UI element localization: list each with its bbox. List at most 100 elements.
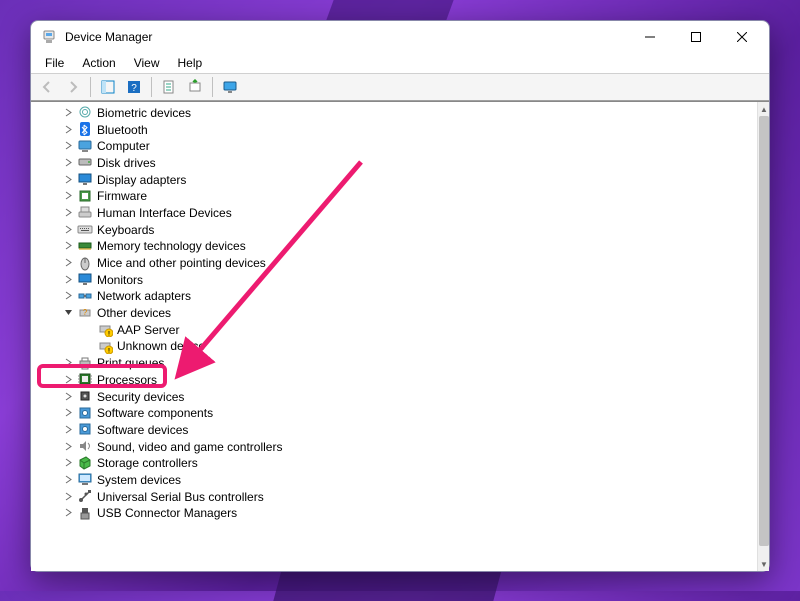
properties-button[interactable] [157,76,181,98]
tree-node[interactable]: Software devices [31,421,757,438]
tree-node[interactable]: Security devices [31,388,757,405]
processor-icon [77,371,93,387]
menu-action[interactable]: Action [74,55,123,71]
tree-node-label: Disk drives [97,155,156,170]
tree-node[interactable]: !Unknown device [31,338,757,355]
tree-node[interactable]: Network adapters [31,288,757,305]
expand-icon[interactable] [61,155,75,169]
software-icon [77,421,93,437]
expand-icon[interactable] [61,205,75,219]
expand-icon[interactable] [61,456,75,470]
tree-node[interactable]: Human Interface Devices [31,204,757,221]
svg-text:!: ! [108,348,110,354]
close-button[interactable] [719,22,765,52]
tree-node-label: AAP Server [117,322,179,337]
tree-node-label: Monitors [97,272,143,287]
disk-icon [77,154,93,170]
maximize-button[interactable] [673,22,719,52]
help-button[interactable]: ? [122,76,146,98]
expand-icon[interactable] [61,289,75,303]
tree-node[interactable]: Firmware [31,187,757,204]
tree-panel-icon [100,79,116,95]
tree-node[interactable]: ! AAP Server [31,321,757,338]
expand-icon[interactable] [61,506,75,520]
tree-node[interactable]: Software components [31,404,757,421]
device-manager-window: Device Manager FileActionViewHelp ? Biom… [30,20,770,572]
arrow-left-icon [39,79,55,95]
computer-icon [77,138,93,154]
warn-device-icon: ! [97,321,113,337]
expand-icon[interactable] [61,139,75,153]
expand-icon[interactable] [61,239,75,253]
expand-icon[interactable] [61,122,75,136]
tree-node[interactable]: Monitors [31,271,757,288]
expand-icon[interactable] [61,356,75,370]
no-expander [81,322,95,336]
back-button [35,76,59,98]
tree-node[interactable]: Disk drives [31,154,757,171]
tree-node-label: Memory technology devices [97,238,246,253]
display-icon [77,171,93,187]
expand-icon[interactable] [61,372,75,386]
expand-icon[interactable] [61,256,75,270]
expand-icon[interactable] [61,406,75,420]
tree-node-label: System devices [97,472,181,487]
tree-node[interactable]: Print queues [31,354,757,371]
minimize-button[interactable] [627,22,673,52]
show-hide-tree-button[interactable] [96,76,120,98]
biometric-icon [77,104,93,120]
bluetooth-icon [77,121,93,137]
tree-node[interactable]: System devices [31,471,757,488]
tree-node[interactable]: Storage controllers [31,454,757,471]
tree-node[interactable]: Mice and other pointing devices [31,254,757,271]
tree-node-label: Storage controllers [97,455,198,470]
tree-node[interactable]: USB Connector Managers [31,505,757,522]
vertical-scrollbar[interactable]: ▲ ▼ [757,102,769,571]
tree-node[interactable]: Memory technology devices [31,238,757,255]
tree-node[interactable]: Bluetooth [31,121,757,138]
device-tree[interactable]: Biometric devicesBluetoothComputerDisk d… [31,102,757,571]
content-area: Biometric devicesBluetoothComputerDisk d… [31,101,769,571]
tree-node[interactable]: Display adapters [31,171,757,188]
properties-icon [161,79,177,95]
tree-node[interactable]: Processors [31,371,757,388]
titlebar[interactable]: Device Manager [31,21,769,53]
expand-icon[interactable] [61,189,75,203]
expand-icon[interactable] [61,222,75,236]
tree-node-label: Keyboards [97,222,154,237]
update-driver-button[interactable] [183,76,207,98]
expand-icon[interactable] [61,439,75,453]
expand-icon[interactable] [61,172,75,186]
scroll-down-button[interactable]: ▼ [758,557,769,571]
expand-icon[interactable] [61,389,75,403]
scroll-thumb[interactable] [759,116,769,546]
svg-text:?: ? [131,83,137,94]
tree-node-label: Bluetooth [97,122,148,137]
tree-node-label: Processors [97,372,157,387]
tree-node[interactable]: Computer [31,137,757,154]
tree-node-label: Human Interface Devices [97,205,232,220]
expand-icon[interactable] [61,105,75,119]
expand-icon[interactable] [61,489,75,503]
expand-icon[interactable] [61,272,75,286]
memory-icon [77,238,93,254]
tree-node[interactable]: Universal Serial Bus controllers [31,488,757,505]
tree-node[interactable]: Biometric devices [31,104,757,121]
tree-node[interactable]: Keyboards [31,221,757,238]
tree-node[interactable]: ?Other devices [31,304,757,321]
menu-file[interactable]: File [37,55,72,71]
collapse-icon[interactable] [61,306,75,320]
tree-node[interactable]: Sound, video and game controllers [31,438,757,455]
security-icon [77,388,93,404]
menu-view[interactable]: View [126,55,168,71]
tree-node-label: USB Connector Managers [97,505,237,520]
tree-node-label: Mice and other pointing devices [97,255,266,270]
menu-help[interactable]: Help [170,55,211,71]
network-icon [77,288,93,304]
svg-text:!: ! [108,332,110,338]
scroll-up-button[interactable]: ▲ [758,102,769,116]
keyboard-icon [77,221,93,237]
expand-icon[interactable] [61,422,75,436]
expand-icon[interactable] [61,472,75,486]
scan-hardware-button[interactable] [218,76,242,98]
